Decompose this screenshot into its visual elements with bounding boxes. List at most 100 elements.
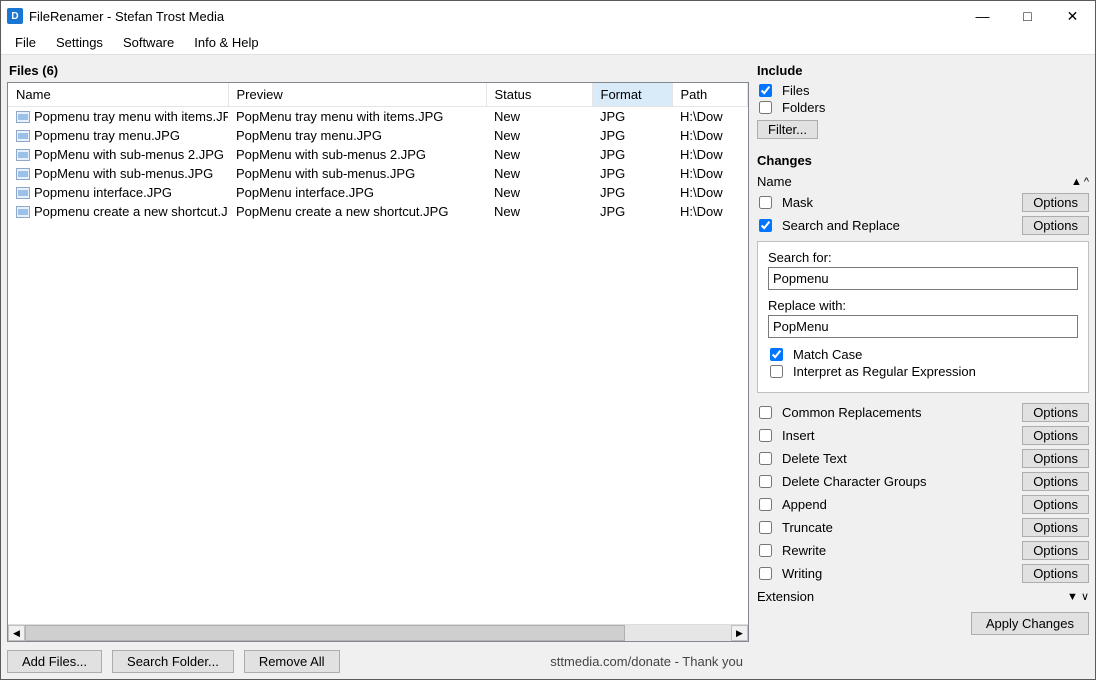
file-table-header-row: Name Preview Status Format Path (8, 83, 748, 107)
name-section-header[interactable]: Name ▲ ^ (757, 172, 1089, 191)
close-button[interactable]: ✕ (1050, 1, 1095, 31)
common-replacements-options-button[interactable]: Options (1022, 403, 1089, 422)
insert-checkbox[interactable] (759, 429, 772, 442)
search-replace-options-button[interactable]: Options (1022, 216, 1089, 235)
include-files-row[interactable]: Files (757, 82, 1089, 99)
match-case-row[interactable]: Match Case (768, 346, 1078, 363)
remove-all-button[interactable]: Remove All (244, 650, 340, 673)
window-controls: ― □ ✕ (960, 1, 1095, 31)
writing-checkbox[interactable] (759, 567, 772, 580)
files-heading: Files (6) (7, 61, 749, 82)
common-replacements-row[interactable]: Common Replacements (757, 404, 921, 421)
truncate-options-button[interactable]: Options (1022, 518, 1089, 537)
delete-character-groups-options-button[interactable]: Options (1022, 472, 1089, 491)
include-heading: Include (757, 61, 1089, 82)
scroll-right-arrow[interactable]: ▶ (731, 625, 748, 641)
delete-character-groups-label: Delete Character Groups (782, 474, 927, 489)
menu-file[interactable]: File (5, 32, 46, 53)
table-row[interactable]: PopMenu with sub-menus 2.JPGPopMenu with… (8, 145, 748, 164)
writing-row[interactable]: Writing (757, 565, 822, 582)
scroll-thumb[interactable] (25, 625, 625, 641)
include-files-label: Files (782, 83, 809, 98)
image-file-icon (16, 149, 30, 161)
minimize-button[interactable]: ― (960, 1, 1005, 31)
filter-button[interactable]: Filter... (757, 120, 818, 139)
maximize-button[interactable]: □ (1005, 1, 1050, 31)
apply-changes-button[interactable]: Apply Changes (971, 612, 1089, 635)
insert-options-button[interactable]: Options (1022, 426, 1089, 445)
delete-character-groups-checkbox[interactable] (759, 475, 772, 488)
search-replace-row[interactable]: Search and Replace (757, 217, 900, 234)
changes-heading: Changes (757, 151, 1089, 172)
regex-checkbox[interactable] (770, 365, 783, 378)
rewrite-row[interactable]: Rewrite (757, 542, 826, 559)
include-folders-row[interactable]: Folders (757, 99, 1089, 116)
append-options-button[interactable]: Options (1022, 495, 1089, 514)
triangle-down-icon[interactable]: ▼ (1067, 591, 1078, 603)
truncate-row[interactable]: Truncate (757, 519, 833, 536)
mask-options-button[interactable]: Options (1022, 193, 1089, 212)
menu-software[interactable]: Software (113, 32, 184, 53)
table-row[interactable]: Popmenu create a new shortcut.JPGPopMenu… (8, 202, 748, 221)
name-section-label: Name (757, 174, 792, 189)
delete-text-label: Delete Text (782, 451, 847, 466)
app-icon: D (7, 8, 23, 24)
image-file-icon (16, 130, 30, 142)
image-file-icon (16, 111, 30, 123)
menu-settings[interactable]: Settings (46, 32, 113, 53)
delete-character-groups-row[interactable]: Delete Character Groups (757, 473, 927, 490)
delete-text-row[interactable]: Delete Text (757, 450, 847, 467)
extension-section-header[interactable]: Extension ▼ ∨ (757, 585, 1089, 604)
table-row[interactable]: Popmenu tray menu with items.JPGPopMenu … (8, 107, 748, 127)
extension-arrows: ▼ ∨ (1067, 590, 1089, 603)
common-replacements-label: Common Replacements (782, 405, 921, 420)
mask-label: Mask (782, 195, 813, 210)
table-row[interactable]: Popmenu interface.JPGPopMenu interface.J… (8, 183, 748, 202)
file-action-buttons: Add Files... Search Folder... Remove All… (7, 642, 749, 673)
image-file-icon (16, 206, 30, 218)
truncate-checkbox[interactable] (759, 521, 772, 534)
add-files-button[interactable]: Add Files... (7, 650, 102, 673)
common-replacements-checkbox[interactable] (759, 406, 772, 419)
col-name[interactable]: Name (8, 83, 228, 107)
scroll-left-arrow[interactable]: ◀ (8, 625, 25, 641)
menu-info[interactable]: Info & Help (184, 32, 268, 53)
mask-row[interactable]: Mask (757, 194, 813, 211)
name-section-arrows: ▲ ^ (1071, 176, 1089, 188)
delete-text-options-button[interactable]: Options (1022, 449, 1089, 468)
replace-with-input[interactable] (768, 315, 1078, 338)
file-table-container: Name Preview Status Format Path Popmenu … (7, 82, 749, 642)
insert-label: Insert (782, 428, 815, 443)
append-checkbox[interactable] (759, 498, 772, 511)
horizontal-scrollbar[interactable]: ◀ ▶ (8, 624, 748, 641)
insert-row[interactable]: Insert (757, 427, 815, 444)
triangle-up-icon[interactable]: ▲ (1071, 176, 1082, 188)
col-preview[interactable]: Preview (228, 83, 486, 107)
app-window: D FileRenamer - Stefan Trost Media ― □ ✕… (0, 0, 1096, 680)
search-for-input[interactable] (768, 267, 1078, 290)
titlebar: D FileRenamer - Stefan Trost Media ― □ ✕ (1, 1, 1095, 31)
col-format[interactable]: Format (592, 83, 672, 107)
table-row[interactable]: PopMenu with sub-menus.JPGPopMenu with s… (8, 164, 748, 183)
regex-row[interactable]: Interpret as Regular Expression (768, 363, 1078, 380)
delete-text-checkbox[interactable] (759, 452, 772, 465)
rewrite-options-button[interactable]: Options (1022, 541, 1089, 560)
append-row[interactable]: Append (757, 496, 827, 513)
include-folders-checkbox[interactable] (759, 101, 772, 114)
chevron-up-icon[interactable]: ^ (1084, 176, 1089, 188)
search-replace-label: Search and Replace (782, 218, 900, 233)
include-files-checkbox[interactable] (759, 84, 772, 97)
table-row[interactable]: Popmenu tray menu.JPGPopMenu tray menu.J… (8, 126, 748, 145)
writing-options-button[interactable]: Options (1022, 564, 1089, 583)
mask-checkbox[interactable] (759, 196, 772, 209)
menubar: File Settings Software Info & Help (1, 31, 1095, 55)
search-replace-checkbox[interactable] (759, 219, 772, 232)
search-folder-button[interactable]: Search Folder... (112, 650, 234, 673)
col-path[interactable]: Path (672, 83, 748, 107)
chevron-down-icon[interactable]: ∨ (1081, 591, 1089, 603)
append-label: Append (782, 497, 827, 512)
rewrite-checkbox[interactable] (759, 544, 772, 557)
match-case-label: Match Case (793, 347, 862, 362)
match-case-checkbox[interactable] (770, 348, 783, 361)
col-status[interactable]: Status (486, 83, 592, 107)
